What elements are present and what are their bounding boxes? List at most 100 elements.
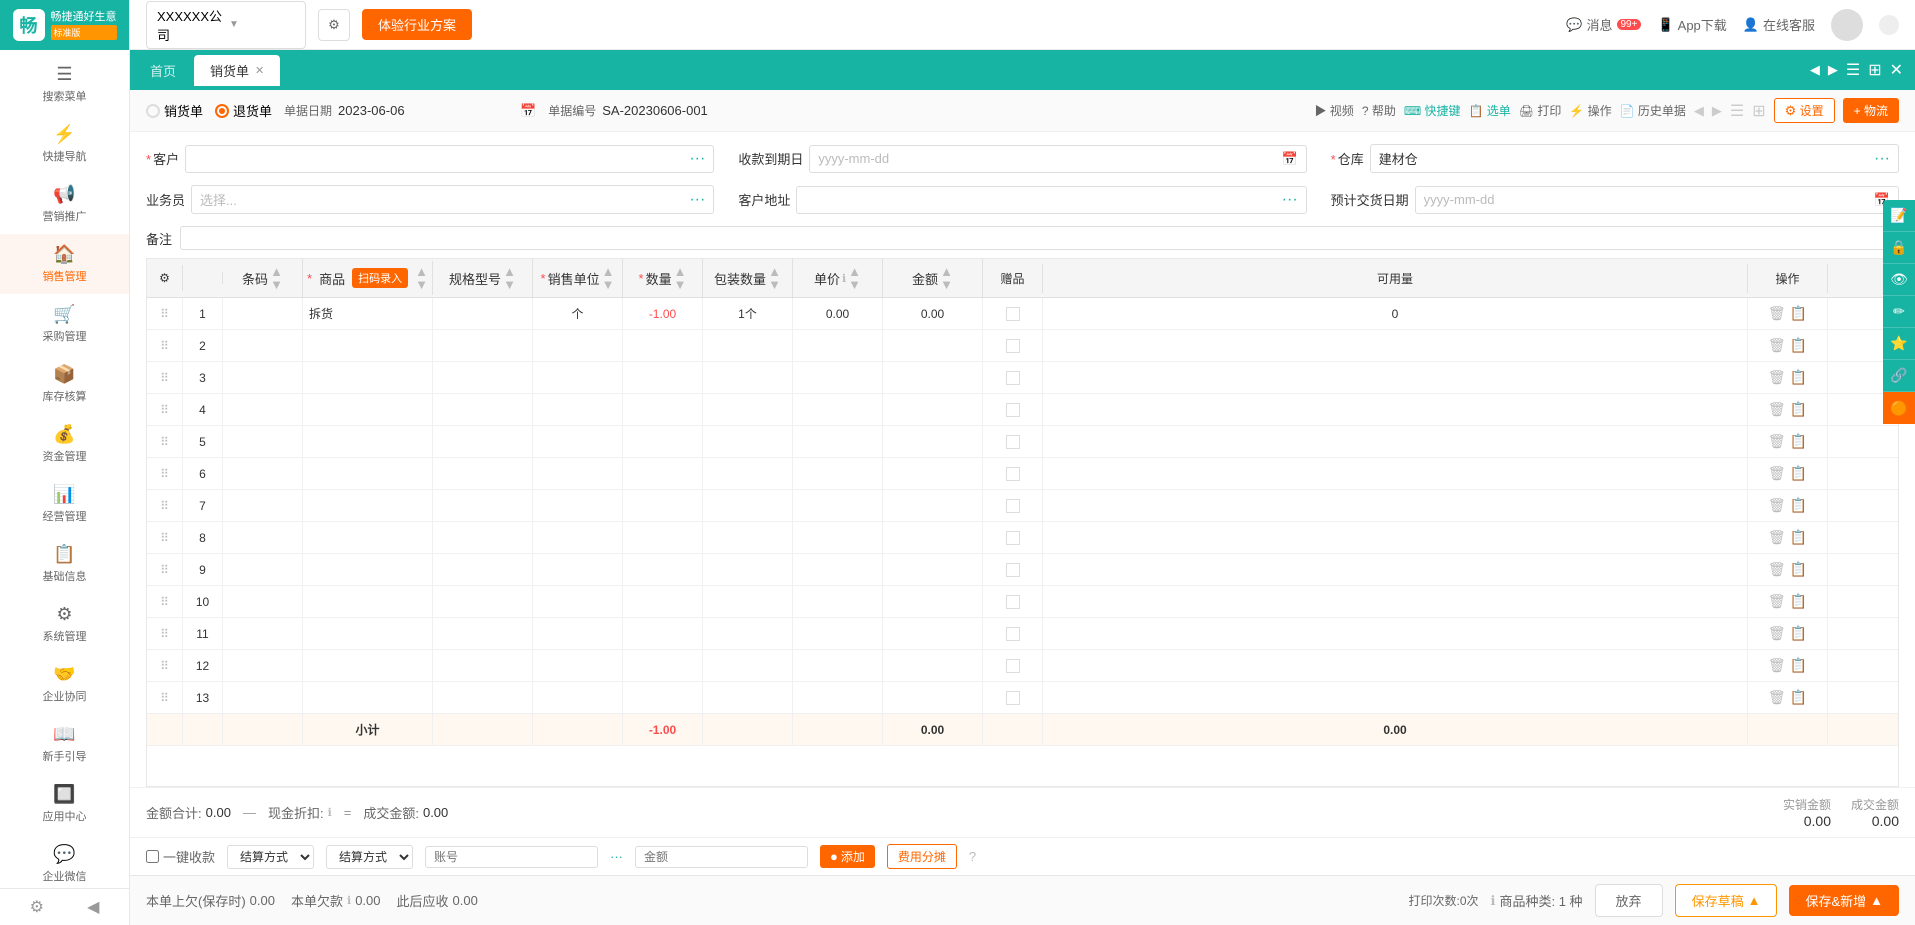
due-date-input[interactable]: yyyy-mm-dd 📅	[809, 145, 1306, 173]
td-spec-5[interactable]	[433, 458, 533, 489]
td-unit-price-3[interactable]	[793, 394, 883, 425]
td-product-2[interactable]	[303, 362, 433, 393]
rt-star-btn[interactable]: ⭐	[1883, 328, 1915, 360]
copy-row-icon-7[interactable]: 📋	[1790, 529, 1807, 546]
account-dots-icon[interactable]: ···	[610, 849, 623, 864]
td-amount-0[interactable]: 0.00	[883, 298, 983, 329]
td-barcode-11[interactable]	[223, 650, 303, 681]
customer-dots-icon[interactable]: ···	[689, 150, 705, 168]
copy-row-icon-1[interactable]: 📋	[1790, 337, 1807, 354]
td-unit-3[interactable]	[533, 394, 623, 425]
customer-address-input[interactable]: ···	[796, 186, 1306, 214]
td-unit-4[interactable]	[533, 426, 623, 457]
delete-row-icon-7[interactable]: 🗑	[1768, 529, 1786, 546]
td-unit-10[interactable]	[533, 618, 623, 649]
price-info-icon[interactable]: ℹ	[842, 272, 846, 285]
td-barcode-12[interactable]	[223, 682, 303, 713]
td-product-3[interactable]	[303, 394, 433, 425]
td-unit-price-11[interactable]	[793, 650, 883, 681]
td-barcode-8[interactable]	[223, 554, 303, 585]
td-pkg-qty-10[interactable]	[703, 618, 793, 649]
delete-row-icon-4[interactable]: 🗑	[1768, 433, 1786, 450]
gift-checkbox-6[interactable]	[1006, 499, 1020, 513]
due-date-calendar-icon[interactable]: 📅	[1281, 151, 1297, 167]
delivery-date-input[interactable]: yyyy-mm-dd 📅	[1415, 186, 1899, 214]
td-gift-4[interactable]	[983, 426, 1043, 457]
trial-button[interactable]: 体验行业方案	[362, 9, 472, 40]
td-unit-price-1[interactable]	[793, 330, 883, 361]
td-amount-4[interactable]	[883, 426, 983, 457]
td-unit-price-0[interactable]: 0.00	[793, 298, 883, 329]
gift-checkbox-8[interactable]	[1006, 563, 1020, 577]
td-amount-7[interactable]	[883, 522, 983, 553]
user-avatar-extra[interactable]	[1879, 15, 1899, 35]
copy-row-icon-9[interactable]: 📋	[1790, 593, 1807, 610]
td-unit-11[interactable]	[533, 650, 623, 681]
tab-list-icon[interactable]: ☰	[1846, 60, 1860, 80]
radio-sales-order[interactable]: 销货单	[146, 101, 203, 120]
logistics-button[interactable]: + 物流	[1843, 98, 1899, 123]
td-qty-9[interactable]	[623, 586, 703, 617]
td-qty-6[interactable]	[623, 490, 703, 521]
user-avatar[interactable]	[1831, 9, 1863, 41]
delete-row-icon-10[interactable]: 🗑	[1768, 625, 1786, 642]
copy-row-icon-0[interactable]: 📋	[1790, 305, 1807, 322]
td-barcode-1[interactable]	[223, 330, 303, 361]
save-new-button[interactable]: 保存&新增 ▲	[1789, 885, 1899, 916]
td-gift-8[interactable]	[983, 554, 1043, 585]
td-gift-6[interactable]	[983, 490, 1043, 521]
td-pkg-qty-8[interactable]	[703, 554, 793, 585]
td-spec-3[interactable]	[433, 394, 533, 425]
td-unit-7[interactable]	[533, 522, 623, 553]
td-spec-9[interactable]	[433, 586, 533, 617]
td-barcode-9[interactable]	[223, 586, 303, 617]
td-amount-10[interactable]	[883, 618, 983, 649]
delete-row-icon-3[interactable]: 🗑	[1768, 401, 1786, 418]
copy-row-icon-12[interactable]: 📋	[1790, 689, 1807, 706]
td-qty-11[interactable]	[623, 650, 703, 681]
td-qty-2[interactable]	[623, 362, 703, 393]
td-unit-0[interactable]: 个	[533, 298, 623, 329]
td-barcode-5[interactable]	[223, 458, 303, 489]
expense-split-button[interactable]: 费用分摊	[887, 844, 957, 869]
td-gift-12[interactable]	[983, 682, 1043, 713]
td-gift-7[interactable]	[983, 522, 1043, 553]
td-spec-8[interactable]	[433, 554, 533, 585]
copy-row-icon-10[interactable]: 📋	[1790, 625, 1807, 642]
td-spec-1[interactable]	[433, 330, 533, 361]
delete-row-icon-0[interactable]: 🗑	[1768, 305, 1786, 322]
gift-checkbox-2[interactable]	[1006, 371, 1020, 385]
salesperson-dots-icon[interactable]: ···	[689, 191, 705, 209]
copy-row-icon-8[interactable]: 📋	[1790, 561, 1807, 578]
rt-note-btn[interactable]: 📝	[1883, 200, 1915, 232]
delete-row-icon-6[interactable]: 🗑	[1768, 497, 1786, 514]
product-type-icon[interactable]: ℹ	[1491, 893, 1496, 909]
td-product-10[interactable]	[303, 618, 433, 649]
sidebar-settings-icon[interactable]: ⚙	[30, 897, 44, 917]
payment-help-icon[interactable]: ?	[969, 849, 976, 864]
td-spec-12[interactable]	[433, 682, 533, 713]
gift-checkbox-7[interactable]	[1006, 531, 1020, 545]
sidebar-item-appstore[interactable]: 🔲应用中心	[0, 774, 129, 834]
td-amount-1[interactable]	[883, 330, 983, 361]
payment-method-select[interactable]: 结算方式	[227, 845, 314, 869]
copy-row-icon-6[interactable]: 📋	[1790, 497, 1807, 514]
td-amount-9[interactable]	[883, 586, 983, 617]
view-grid-icon[interactable]: ⊞	[1752, 101, 1765, 121]
print-btn[interactable]: 🖨 打印	[1519, 102, 1562, 119]
sidebar-item-marketing[interactable]: 📢营销推广	[0, 174, 129, 234]
td-qty-7[interactable]	[623, 522, 703, 553]
td-qty-5[interactable]	[623, 458, 703, 489]
delete-row-icon-5[interactable]: 🗑	[1768, 465, 1786, 482]
th-settings[interactable]: ⚙	[147, 265, 183, 291]
radio-return-order[interactable]: 退货单	[215, 101, 272, 120]
td-qty-0[interactable]: -1.00	[623, 298, 703, 329]
td-pkg-qty-11[interactable]	[703, 650, 793, 681]
copy-row-icon-3[interactable]: 📋	[1790, 401, 1807, 418]
account-input[interactable]	[425, 846, 598, 868]
td-product-8[interactable]	[303, 554, 433, 585]
td-unit-price-9[interactable]	[793, 586, 883, 617]
td-barcode-3[interactable]	[223, 394, 303, 425]
td-barcode-2[interactable]	[223, 362, 303, 393]
sidebar-item-wechat[interactable]: 💬企业微信	[0, 834, 129, 888]
